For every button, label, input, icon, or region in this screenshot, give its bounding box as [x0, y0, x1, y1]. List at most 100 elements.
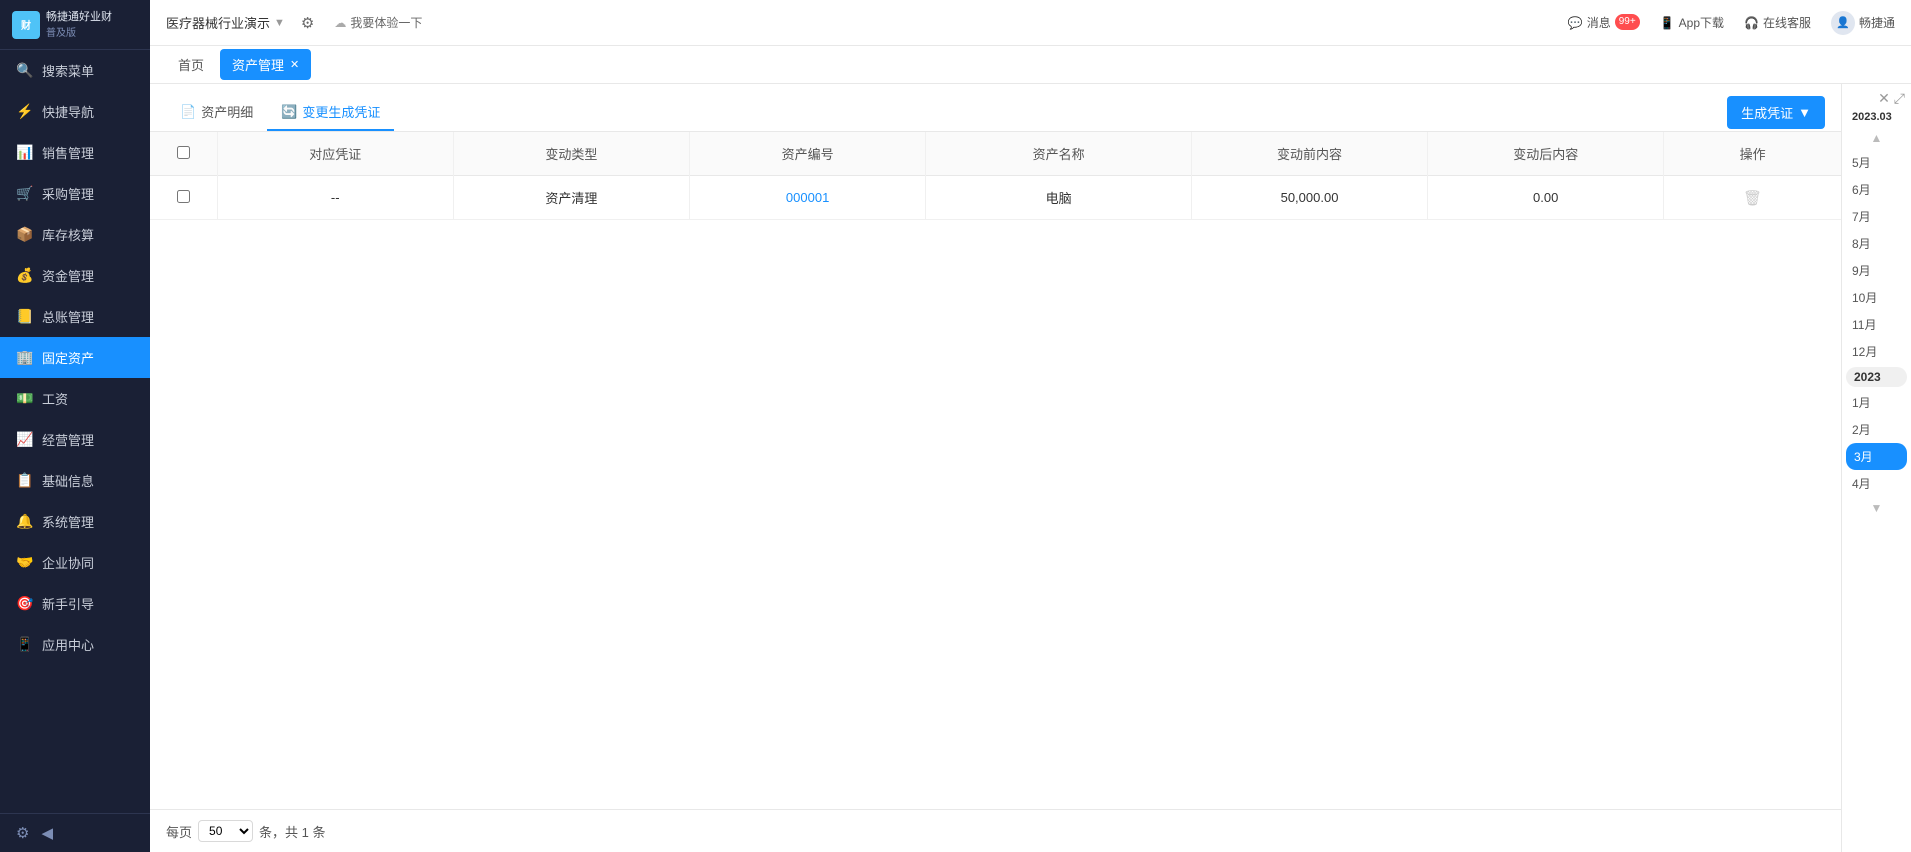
- date-scroll-up-icon[interactable]: ▲: [1842, 127, 1911, 149]
- row-operation: 🗑: [1664, 176, 1841, 220]
- sidebar-item-collab[interactable]: 🤝 企业协同: [0, 542, 150, 583]
- sidebar-item-app-center[interactable]: 📱 应用中心: [0, 624, 150, 665]
- date-month-7[interactable]: 7月: [1842, 203, 1911, 230]
- sidebar-item-label: 快捷导航: [42, 102, 94, 121]
- sidebar-item-inventory[interactable]: 📦 库存核算: [0, 214, 150, 255]
- sales-icon: 📊: [16, 144, 34, 161]
- system-icon: 🔔: [16, 513, 34, 530]
- app-center-icon: 📱: [16, 636, 34, 653]
- basic-info-icon: 📋: [16, 472, 34, 489]
- th-before-content: 变动前内容: [1191, 132, 1427, 176]
- user-btn[interactable]: 👤 畅捷通: [1831, 11, 1895, 35]
- date-scroll-down-icon[interactable]: ▼: [1842, 497, 1911, 519]
- date-year-prev-label: 2023.03: [1842, 107, 1911, 125]
- tab-close-icon[interactable]: ✕: [290, 58, 299, 71]
- date-month-6[interactable]: 6月: [1842, 176, 1911, 203]
- search-icon: 🔍: [16, 62, 34, 79]
- select-all-checkbox[interactable]: [177, 146, 190, 159]
- sidebar-item-ledger[interactable]: 📒 总账管理: [0, 296, 150, 337]
- fund-icon: 💰: [16, 267, 34, 284]
- tab-home[interactable]: 首页: [166, 49, 216, 80]
- experience-label: 我要体验一下: [350, 14, 422, 31]
- management-icon: 📈: [16, 431, 34, 448]
- generate-voucher-button[interactable]: 生成凭证 ▼: [1727, 96, 1825, 129]
- sidebar-item-label: 基础信息: [42, 471, 94, 490]
- right-panel: ✕ ⤢ 2023.03 ▲ 5月 6月 7月 8月 9月 10月 11月 12月…: [1841, 84, 1911, 852]
- page-size-select[interactable]: 50 10 20 100: [198, 820, 253, 842]
- sidebar-item-label: 库存核算: [42, 225, 94, 244]
- user-name: 畅捷通: [1859, 14, 1895, 31]
- sub-tabs: 📄 资产明细 🔄 变更生成凭证 生成凭证 ▼: [150, 84, 1841, 132]
- date-month-1[interactable]: 1月: [1842, 389, 1911, 416]
- pagination: 每页 50 10 20 100 条，共 1 条: [150, 809, 1841, 852]
- sidebar-item-basic-info[interactable]: 📋 基础信息: [0, 460, 150, 501]
- row-asset-code: 000001: [690, 176, 926, 220]
- delete-icon[interactable]: 🗑: [1743, 190, 1762, 207]
- app-download-btn[interactable]: 📱 App下载: [1660, 14, 1724, 31]
- date-scroll: ▲ 5月 6月 7月 8月 9月 10月 11月 12月 2023 1月 2月 …: [1842, 125, 1911, 852]
- app-logo-title: 畅捷通好业财: [46, 10, 112, 24]
- company-selector[interactable]: 医疗器械行业演示 ▼: [166, 13, 285, 32]
- sidebar-item-label: 系统管理: [42, 512, 94, 531]
- main-content: 医疗器械行业演示 ▼ ⚙ ☁ 我要体验一下 💬 消息 99+ 📱 App下载 🎧…: [150, 0, 1911, 852]
- tab-asset-mgmt[interactable]: 资产管理 ✕: [220, 49, 311, 80]
- topbar-settings-icon[interactable]: ⚙: [301, 14, 314, 32]
- ledger-icon: 📒: [16, 308, 34, 325]
- topbar-right: 💬 消息 99+ 📱 App下载 🎧 在线客服 👤 畅捷通: [1568, 11, 1895, 35]
- date-month-11[interactable]: 11月: [1842, 311, 1911, 338]
- date-month-8[interactable]: 8月: [1842, 230, 1911, 257]
- settings-icon[interactable]: ⚙: [16, 824, 29, 842]
- sidebar-item-label: 新手引导: [42, 594, 94, 613]
- date-month-12[interactable]: 12月: [1842, 338, 1911, 365]
- date-month-5[interactable]: 5月: [1842, 149, 1911, 176]
- sidebar-item-fund[interactable]: 💰 资金管理: [0, 255, 150, 296]
- expand-panel-icon[interactable]: ⤢: [1894, 90, 1905, 107]
- company-chevron-icon: ▼: [274, 17, 285, 29]
- close-panel-icon[interactable]: ✕: [1878, 90, 1890, 107]
- sidebar-item-quick-nav[interactable]: ⚡ 快捷导航: [0, 91, 150, 132]
- sidebar-item-payroll[interactable]: 💵 工资: [0, 378, 150, 419]
- quick-nav-icon: ⚡: [16, 103, 34, 120]
- per-page-label: 每页: [166, 822, 192, 841]
- notifications-badge: 99+: [1615, 14, 1640, 30]
- sidebar-item-search[interactable]: 🔍 搜索菜单: [0, 50, 150, 91]
- sidebar-item-system[interactable]: 🔔 系统管理: [0, 501, 150, 542]
- date-month-10[interactable]: 10月: [1842, 284, 1911, 311]
- sidebar-item-label: 企业协同: [42, 553, 94, 572]
- row-voucher: --: [217, 176, 453, 220]
- customer-service-icon: 🎧: [1744, 16, 1759, 30]
- avatar: 👤: [1831, 11, 1855, 35]
- row-change-type: 资产清理: [453, 176, 689, 220]
- notifications-btn[interactable]: 💬 消息 99+: [1568, 14, 1640, 31]
- experience-btn[interactable]: ☁ 我要体验一下: [334, 14, 422, 31]
- sidebar-logo: 财 畅捷通好业财 普及版: [0, 0, 150, 50]
- sidebar-scroll: 🔍 搜索菜单 ⚡ 快捷导航 📊 销售管理 🛒 采购管理 📦 库存核算 💰 资金管…: [0, 50, 150, 813]
- customer-service-label: 在线客服: [1763, 14, 1811, 31]
- sidebar-item-purchase[interactable]: 🛒 采购管理: [0, 173, 150, 214]
- sub-tab-change-voucher[interactable]: 🔄 变更生成凭证: [267, 94, 394, 131]
- table-header-row: 对应凭证 变动类型 资产编号 资产名称 变动前内容 变动后内容 操作: [150, 132, 1841, 176]
- sidebar-item-label: 搜索菜单: [42, 61, 94, 80]
- tab-asset-mgmt-label: 资产管理: [232, 55, 284, 74]
- sidebar-item-management[interactable]: 📈 经营管理: [0, 419, 150, 460]
- app-download-icon: 📱: [1660, 16, 1675, 30]
- sidebar-item-label: 资金管理: [42, 266, 94, 285]
- payroll-icon: 💵: [16, 390, 34, 407]
- sub-tab-asset-detail[interactable]: 📄 资产明细: [166, 94, 267, 131]
- sidebar-item-sales[interactable]: 📊 销售管理: [0, 132, 150, 173]
- th-checkbox: [150, 132, 217, 176]
- date-month-4[interactable]: 4月: [1842, 470, 1911, 497]
- row-checkbox[interactable]: [177, 190, 190, 203]
- date-year-current: 2023: [1846, 367, 1907, 387]
- sidebar-item-guide[interactable]: 🎯 新手引导: [0, 583, 150, 624]
- collapse-icon[interactable]: ◀: [41, 824, 53, 842]
- date-month-9[interactable]: 9月: [1842, 257, 1911, 284]
- customer-service-btn[interactable]: 🎧 在线客服: [1744, 14, 1811, 31]
- sidebar-item-fixed-assets[interactable]: 🏢 固定资产: [0, 337, 150, 378]
- date-month-3-active[interactable]: 3月: [1846, 443, 1907, 470]
- date-month-2[interactable]: 2月: [1842, 416, 1911, 443]
- table-container: 对应凭证 变动类型 资产编号 资产名称 变动前内容 变动后内容 操作: [150, 132, 1841, 809]
- purchase-icon: 🛒: [16, 185, 34, 202]
- th-asset-name: 资产名称: [926, 132, 1192, 176]
- tab-home-label: 首页: [178, 58, 204, 73]
